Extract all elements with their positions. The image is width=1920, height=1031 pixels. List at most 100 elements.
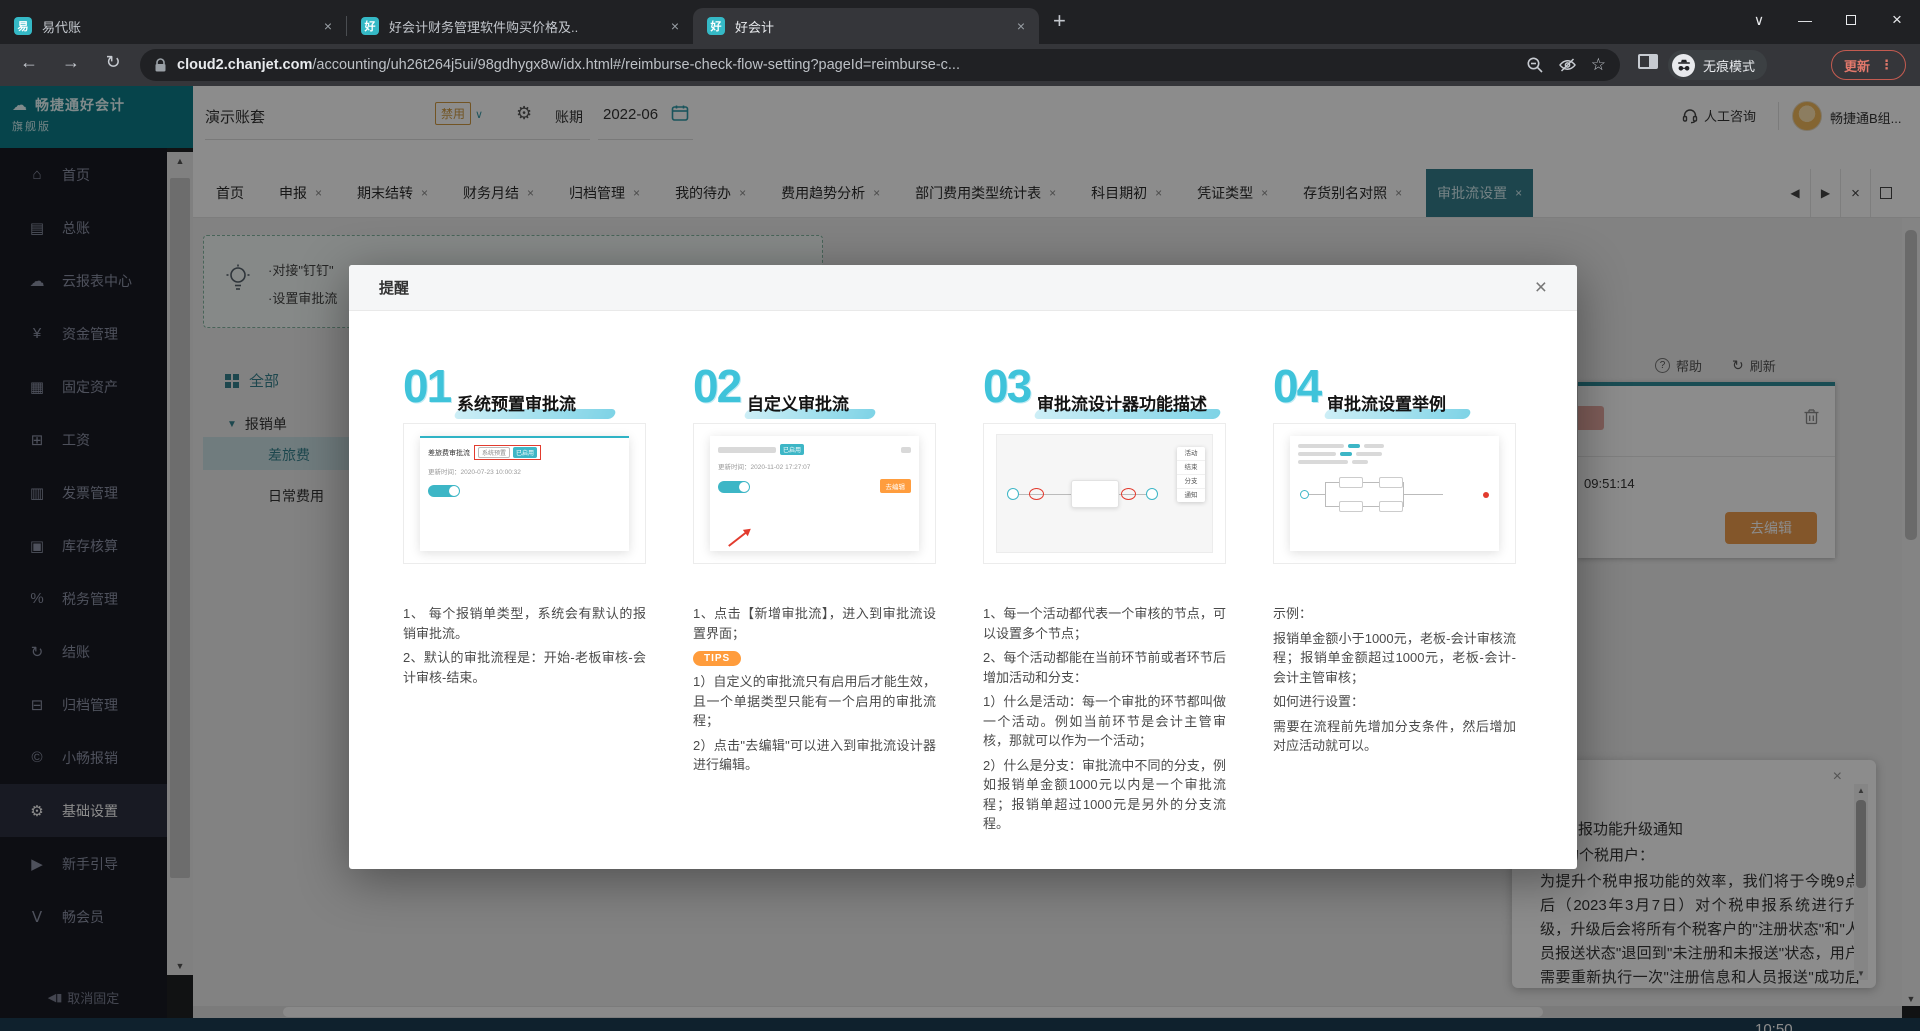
- red-circle-annotation: [1029, 488, 1044, 500]
- reminder-modal: 提醒 × 01 系统预置审批流 差旅费审批流 系统预置: [349, 265, 1577, 869]
- paragraph: 报销单金额小于1000元，老板-会计审核流程；报销单金额超过1000元，老板-会…: [1273, 629, 1516, 688]
- modal-header: 提醒 ×: [349, 265, 1577, 311]
- thumbnail-flow-designer: 活动 结束 分支 通知: [983, 423, 1226, 564]
- thumb-update-time: 更新时间：2020-11-02 17:27:07: [718, 461, 911, 471]
- enabled-tag: 已启用: [513, 447, 537, 458]
- back-button[interactable]: ←: [14, 52, 44, 73]
- column-title: 自定义审批流: [747, 390, 849, 415]
- forward-button[interactable]: →: [56, 52, 86, 73]
- url-domain: cloud2.chanjet.com: [177, 57, 312, 73]
- tab-close-icon[interactable]: ×: [324, 18, 332, 34]
- paragraph: 2）什么是分支：审批流中不同的分支，例如报销单金额1000元以内是一个审批流程；…: [983, 756, 1226, 834]
- kebab-menu-icon[interactable]: ⋮: [1880, 57, 1893, 73]
- browser-tab-3-active[interactable]: 好 好会计 ×: [693, 8, 1039, 44]
- browser-tab-title: 好会计: [735, 17, 1007, 36]
- flow-example-chart: [1298, 472, 1491, 516]
- flow-node: [1007, 488, 1019, 500]
- paragraph: 2、每个活动都能在当前环节前或者环节后增加活动和分支：: [983, 648, 1226, 687]
- paragraph: 2、默认的审批流程是：开始-老板审核-会计审核-结束。: [403, 648, 646, 687]
- red-highlight-box: 系统预置 已启用: [474, 445, 541, 460]
- favicon-yidaizhang: 易: [14, 17, 32, 35]
- menu-item: 结束: [1177, 461, 1205, 475]
- paragraph: 示例：: [1273, 604, 1516, 624]
- column-header: 04 审批流设置举例: [1273, 365, 1516, 423]
- tab-close-icon[interactable]: ×: [671, 18, 679, 34]
- flow-start-node: [1300, 490, 1309, 499]
- tips-badge: TIPS: [693, 651, 741, 666]
- window-close-button[interactable]: ×: [1874, 10, 1920, 30]
- toggle-on-icon: [718, 481, 750, 493]
- thumb-edit-button: 去编辑: [880, 479, 912, 493]
- paragraph: 如何进行设置：: [1273, 692, 1516, 712]
- column-number: 04: [1273, 359, 1320, 413]
- designer-menu: 活动 结束 分支 通知: [1177, 447, 1205, 502]
- browser-tab-title: 易代账: [42, 17, 314, 36]
- paragraph: 1、 每个报销单类型，系统会有默认的报销审批流。: [403, 604, 646, 643]
- menu-item: 分支: [1177, 475, 1205, 489]
- column-number: 01: [403, 359, 450, 413]
- modal-body: 01 系统预置审批流 差旅费审批流 系统预置 已启用: [349, 311, 1577, 868]
- flow-box: [1339, 477, 1363, 488]
- tab-close-icon[interactable]: ×: [1017, 18, 1025, 34]
- column-header: 03 审批流设计器功能描述: [983, 365, 1226, 423]
- favicon-haokuaiji: 好: [361, 17, 379, 35]
- flow-box: [1379, 477, 1403, 488]
- zoom-out-icon[interactable]: [1526, 56, 1544, 74]
- column-number: 02: [693, 359, 740, 413]
- flow-activity-box: [1071, 480, 1119, 508]
- bookmark-star-icon[interactable]: ☆: [1591, 55, 1606, 75]
- red-dot-annotation: [1483, 492, 1489, 498]
- column-text: 1、点击【新增审批流】，进入到审批流设置界面； TIPS 1）自定义的审批流只有…: [693, 604, 936, 775]
- browser-tab-1[interactable]: 易 易代账 ×: [0, 8, 346, 44]
- column-text: 示例： 报销单金额小于1000元，老板-会计审核流程；报销单金额超过1000元，…: [1273, 604, 1516, 756]
- url-path: /accounting/uh26t264j5ui/98gdhygx8w/idx.…: [312, 57, 960, 73]
- red-circle-annotation: [1121, 488, 1136, 500]
- update-label: 更新: [1844, 56, 1870, 75]
- paragraph: 1、点击【新增审批流】，进入到审批流设置界面；: [693, 604, 936, 643]
- column-number: 03: [983, 359, 1030, 413]
- enabled-tag: 已启用: [780, 444, 804, 455]
- column-title: 审批流设计器功能描述: [1037, 390, 1207, 415]
- side-panel-icon[interactable]: [1638, 54, 1658, 69]
- eye-off-icon[interactable]: [1558, 56, 1577, 74]
- thumbnail-custom-flow: 已启用 更新时间：2020-11-02 17:27:07 去编辑: [693, 423, 936, 564]
- column-title: 系统预置审批流: [457, 390, 576, 415]
- window-restore-button[interactable]: [1828, 15, 1874, 25]
- paragraph: 需要在流程前先增加分支条件，然后增加对应活动就可以。: [1273, 717, 1516, 756]
- paragraph: 1、每一个活动都代表一个审核的节点，可以设置多个节点；: [983, 604, 1226, 643]
- column-title: 审批流设置举例: [1327, 390, 1446, 415]
- flow-box: [1379, 501, 1403, 512]
- url-bar[interactable]: cloud2.chanjet.com /accounting/uh26t264j…: [140, 49, 1620, 81]
- incognito-label: 无痕模式: [1703, 56, 1755, 75]
- paragraph: 2）点击"去编辑"可以进入到审批流设计器进行编辑。: [693, 736, 936, 775]
- modal-column-2: 02 自定义审批流 已启用 更新时间：2020-11-02 17:27:07: [693, 365, 936, 868]
- incognito-badge: 无痕模式: [1668, 50, 1767, 80]
- browser-tab-strip: 易 易代账 × 好 好会计财务管理软件购买价格及.. × 好 好会计 × + ∨…: [0, 0, 1920, 44]
- thumbnail-preset-flow: 差旅费审批流 系统预置 已启用 更新时间：2020-07-23 10:00:32: [403, 423, 646, 564]
- modal-close-icon[interactable]: ×: [1535, 277, 1547, 298]
- reload-button[interactable]: ↻: [98, 52, 128, 73]
- favicon-haokuaiji: 好: [707, 17, 725, 35]
- screen: 易 易代账 × 好 好会计财务管理软件购买价格及.. × 好 好会计 × + ∨…: [0, 0, 1920, 1031]
- column-header: 01 系统预置审批流: [403, 365, 646, 423]
- paragraph: 1）什么是活动：每一个审批的环节都叫做一个活动。例如当前环节是会计主管审核，那就…: [983, 692, 1226, 751]
- browser-menu-chevron-icon[interactable]: ∨: [1736, 12, 1782, 29]
- column-text: 1、 每个报销单类型，系统会有默认的报销审批流。 2、默认的审批流程是：开始-老…: [403, 604, 646, 687]
- lock-icon: [154, 58, 167, 73]
- preset-tag: 系统预置: [478, 447, 510, 458]
- window-minimize-button[interactable]: —: [1782, 12, 1828, 28]
- incognito-icon: [1672, 54, 1695, 77]
- column-text: 1、每一个活动都代表一个审核的节点，可以设置多个节点； 2、每个活动都能在当前环…: [983, 604, 1226, 834]
- modal-column-4: 04 审批流设置举例: [1273, 365, 1516, 868]
- flow-box: [1339, 501, 1363, 512]
- new-tab-button[interactable]: +: [1053, 10, 1066, 32]
- thumb-flow-title: 差旅费审批流: [428, 448, 470, 458]
- browser-update-button[interactable]: 更新 ⋮: [1831, 50, 1906, 80]
- modal-column-1: 01 系统预置审批流 差旅费审批流 系统预置 已启用: [403, 365, 646, 868]
- browser-tab-2[interactable]: 好 好会计财务管理软件购买价格及.. ×: [347, 8, 693, 44]
- toggle-on-icon: [428, 485, 460, 497]
- flow-node: [1146, 488, 1158, 500]
- menu-item: 通知: [1177, 489, 1205, 502]
- thumb-update-time: 更新时间：2020-07-23 10:00:32: [428, 466, 621, 476]
- paragraph: 1）自定义的审批流只有启用后才能生效，且一个单据类型只能有一个启用的审批流程；: [693, 672, 936, 731]
